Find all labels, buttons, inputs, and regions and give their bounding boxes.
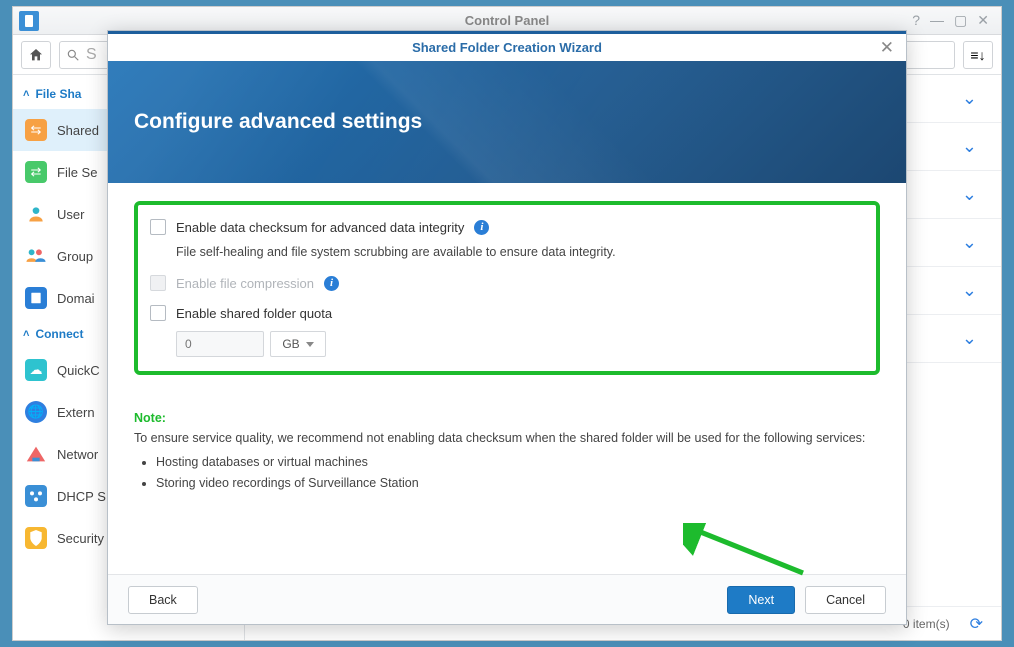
shared-folder-wizard-dialog: Shared Folder Creation Wizard ✕ Configur… [107,30,907,625]
shield-icon [25,527,47,549]
checkbox-file-compression [150,275,166,291]
note-bullet: Storing video recordings of Surveillance… [156,473,880,494]
minimize-icon[interactable]: — [930,12,944,29]
quota-value-input[interactable] [176,331,264,357]
chevron-down-icon [306,342,314,347]
dhcp-icon [25,485,47,507]
refresh-button[interactable]: ⟳ [970,614,983,634]
file-services-icon: ⇄ [25,161,47,183]
chevron-up-icon: ˄ [23,328,29,340]
dialog-titlebar: Shared Folder Creation Wizard ✕ [108,31,906,61]
highlighted-settings-box: Enable data checksum for advanced data i… [134,201,880,375]
close-window-icon[interactable]: ✕ [977,12,989,29]
globe-icon: 🌐 [25,401,47,423]
back-button[interactable]: Back [128,586,198,614]
label-data-checksum: Enable data checksum for advanced data i… [176,220,464,235]
expand-row-4[interactable]: ⌄ [962,232,977,253]
home-icon [28,47,44,63]
maximize-icon[interactable]: ▢ [954,12,967,29]
quickconnect-icon: ☁ [25,359,47,381]
dialog-header: Configure advanced settings [108,61,906,183]
share-icon: ⇆ [25,119,47,141]
expand-row-5[interactable]: ⌄ [962,280,977,301]
note-section: Note: To ensure service quality, we reco… [134,411,880,494]
expand-row-2[interactable]: ⌄ [962,136,977,157]
window-title: Control Panel [13,13,1001,28]
checkbox-quota[interactable] [150,305,166,321]
search-icon [66,48,80,62]
app-icon [19,11,39,31]
search-placeholder: S [86,46,97,64]
network-icon [25,443,47,465]
info-icon[interactable]: i [324,276,339,291]
user-icon [25,203,47,225]
note-description: To ensure service quality, we recommend … [134,429,880,448]
info-icon[interactable]: i [474,220,489,235]
next-button[interactable]: Next [727,586,795,614]
expand-row-3[interactable]: ⌄ [962,184,977,205]
item-count: 0 item(s) [903,617,950,631]
checkbox-data-checksum[interactable] [150,219,166,235]
domain-icon [25,287,47,309]
expand-row-1[interactable]: ⌄ [962,88,977,109]
close-dialog-button[interactable]: ✕ [880,38,894,58]
help-icon[interactable]: ? [912,12,920,29]
label-file-compression: Enable file compression [176,276,314,291]
desc-data-checksum: File self-healing and file system scrubb… [150,239,864,271]
group-icon [25,245,47,267]
dialog-title: Shared Folder Creation Wizard [412,40,602,55]
note-title: Note: [134,411,880,425]
dialog-heading: Configure advanced settings [134,110,422,134]
cancel-button[interactable]: Cancel [805,586,886,614]
expand-row-6[interactable]: ⌄ [962,328,977,349]
label-quota: Enable shared folder quota [176,306,332,321]
chevron-up-icon: ˄ [23,88,29,100]
home-button[interactable] [21,41,51,69]
sort-button[interactable]: ≡↓ [963,41,993,69]
dialog-footer: Back Next Cancel [108,574,906,624]
note-bullet: Hosting databases or virtual machines [156,452,880,473]
quota-unit-select[interactable]: GB [270,331,326,357]
dialog-body: Enable data checksum for advanced data i… [108,183,906,574]
